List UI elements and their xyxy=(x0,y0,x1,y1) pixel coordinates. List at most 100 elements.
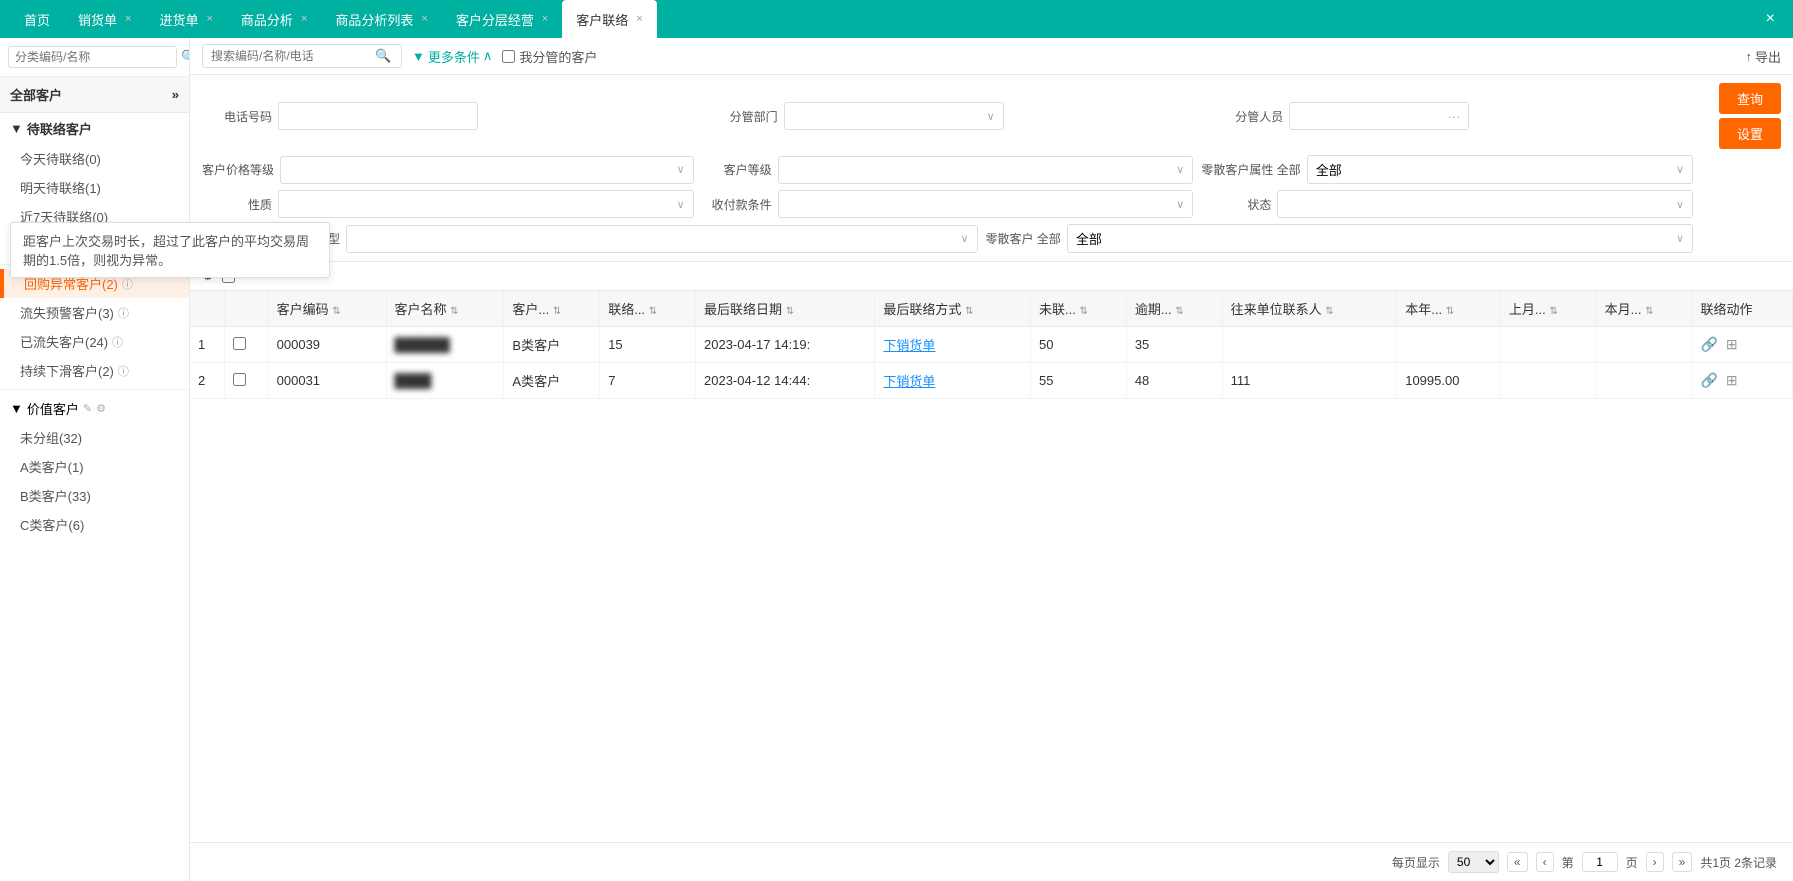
row2-link-icon[interactable]: 🔗 xyxy=(1700,372,1717,389)
edit-group-icon[interactable]: ✎ xyxy=(83,402,92,415)
nav-tab-home[interactable]: 首页 xyxy=(10,0,64,38)
current-page-input[interactable] xyxy=(1582,852,1618,872)
row2-code: 000031 xyxy=(268,363,386,399)
sort-name-icon: ⇅ xyxy=(450,306,458,317)
info-icon-declining: ⓘ xyxy=(118,363,129,379)
settings-group-icon[interactable]: ⚙ xyxy=(96,402,106,415)
col-customer-type[interactable]: 客户... ⇅ xyxy=(504,291,600,327)
retail-attr-label: 零散客户属性 全部 xyxy=(1201,161,1300,178)
my-customers-check[interactable] xyxy=(502,50,515,63)
price-grade-chevron: ∨ xyxy=(677,163,685,176)
person-select[interactable]: ··· xyxy=(1289,102,1469,130)
nav-tab-customer-segment[interactable]: 客户分层经营 × xyxy=(442,0,562,38)
col-unit-contacts[interactable]: 往来单位联系人 ⇅ xyxy=(1222,291,1397,327)
col-this-year[interactable]: 本年... ⇅ xyxy=(1397,291,1501,327)
sidebar-item-declining[interactable]: 持续下滑客户(2) ⓘ xyxy=(0,356,189,385)
col-uncontacted[interactable]: 未联... ⇅ xyxy=(1031,291,1127,327)
nav-tab-customer-contact[interactable]: 客户联络 × xyxy=(562,0,656,38)
row2-uncontacted: 55 xyxy=(1031,363,1127,399)
next-page-btn[interactable]: › xyxy=(1646,852,1664,872)
row2-method-link[interactable]: 下销货单 xyxy=(883,374,935,389)
status-select[interactable]: ∨ xyxy=(1277,190,1693,218)
retail-attr-chevron: ∨ xyxy=(1676,163,1684,176)
close-product-analysis-tab[interactable]: × xyxy=(301,13,307,25)
row1-type: B类客户 xyxy=(504,327,600,363)
sidebar-item-c-class[interactable]: C类客户(6) xyxy=(0,510,189,539)
row1-method-link[interactable]: 下销货单 xyxy=(883,338,935,353)
row1-code: 000039 xyxy=(268,327,386,363)
col-last-contact-method[interactable]: 最后联络方式 ⇅ xyxy=(875,291,1031,327)
close-customer-contact-tab[interactable]: × xyxy=(636,13,642,25)
row1-link-icon[interactable]: 🔗 xyxy=(1700,336,1717,353)
col-customer-name[interactable]: 客户名称 ⇅ xyxy=(386,291,504,327)
sidebar-item-a-class[interactable]: A类客户(1) xyxy=(0,452,189,481)
sidebar-search-icon[interactable]: 🔍 xyxy=(181,49,190,65)
retail-cust-label: 零散客户 全部 xyxy=(986,230,1061,247)
phone-input[interactable] xyxy=(278,102,478,130)
person-label: 分管人员 xyxy=(1213,108,1283,125)
row2-name: ████ xyxy=(386,363,504,399)
sidebar-item-ungroup[interactable]: 未分组(32) xyxy=(0,423,189,452)
dept-select[interactable]: ∨ xyxy=(784,102,1004,130)
retail-attr-select[interactable]: 全部 ∨ xyxy=(1307,155,1693,184)
col-last-contact-date[interactable]: 最后联络日期 ⇅ xyxy=(696,291,875,327)
nav-tab-sales[interactable]: 销货单 × xyxy=(64,0,145,38)
col-overdue[interactable]: 逾期... ⇅ xyxy=(1126,291,1222,327)
cust-type-chevron: ∨ xyxy=(960,232,968,245)
content-area: 🔍 ▼ 更多条件 ∧ 我分管的客户 ↑ 导出 电话号码 xyxy=(190,38,1793,881)
sidebar-item-b-class[interactable]: B类客户(33) xyxy=(0,481,189,510)
first-page-btn[interactable]: « xyxy=(1507,852,1528,872)
row1-grid-icon[interactable]: ⊞ xyxy=(1726,336,1738,353)
last-page-btn[interactable]: » xyxy=(1672,852,1693,872)
query-button[interactable]: 查询 xyxy=(1719,83,1781,114)
page-prefix-label: 第 xyxy=(1562,854,1574,871)
sort-type-icon: ⇅ xyxy=(553,306,561,317)
close-all-button[interactable]: × xyxy=(1758,10,1783,28)
cust-grade-select[interactable]: ∨ xyxy=(778,156,1194,184)
col-contact[interactable]: 联络... ⇅ xyxy=(600,291,696,327)
per-page-select[interactable]: 50 20 100 xyxy=(1448,851,1499,873)
pending-contact-group[interactable]: ▼ 待联络客户 xyxy=(0,113,189,144)
cust-type-select[interactable]: ∨ xyxy=(346,225,978,253)
nature-chevron: ∨ xyxy=(677,198,685,211)
close-sales-tab[interactable]: × xyxy=(125,13,131,25)
value-customer-group[interactable]: ▼ 价值客户 ✎ ⚙ xyxy=(0,394,189,423)
sort-method-icon: ⇅ xyxy=(965,306,973,317)
my-customers-checkbox[interactable]: 我分管的客户 xyxy=(502,47,597,66)
sidebar-item-tomorrow[interactable]: 明天待联络(1) xyxy=(0,173,189,202)
col-last-month[interactable]: 上月... ⇅ xyxy=(1500,291,1596,327)
row2-grid-icon[interactable]: ⊞ xyxy=(1726,372,1738,389)
price-grade-label: 客户价格等级 xyxy=(202,161,274,178)
sidebar-item-today[interactable]: 今天待联络(0) xyxy=(0,144,189,173)
row1-checkbox[interactable] xyxy=(233,337,246,350)
settings-button[interactable]: 设置 xyxy=(1719,118,1781,149)
col-customer-code[interactable]: 客户编码 ⇅ xyxy=(268,291,386,327)
export-button[interactable]: ↑ 导出 xyxy=(1745,47,1781,66)
search-input[interactable] xyxy=(211,49,371,63)
close-purchase-tab[interactable]: × xyxy=(206,13,212,25)
person-dots[interactable]: ··· xyxy=(1447,109,1460,124)
close-product-list-tab[interactable]: × xyxy=(421,13,427,25)
price-grade-select[interactable]: ∨ xyxy=(280,156,694,184)
close-customer-segment-tab[interactable]: × xyxy=(542,13,548,25)
nav-tab-product-list[interactable]: 商品分析列表 × xyxy=(321,0,441,38)
retail-cust-select[interactable]: 全部 ∨ xyxy=(1067,224,1693,253)
filter-cell-retail-attr: 零散客户属性 全部 全部 ∨ xyxy=(1201,155,1693,184)
dept-chevron: ∨ xyxy=(987,110,995,123)
nav-tab-product-analysis[interactable]: 商品分析 × xyxy=(227,0,321,38)
more-conditions-btn[interactable]: ▼ 更多条件 ∧ xyxy=(412,47,492,66)
search-icon[interactable]: 🔍 xyxy=(375,48,391,64)
nature-select[interactable]: ∨ xyxy=(278,190,694,218)
payment-select[interactable]: ∨ xyxy=(778,190,1194,218)
sidebar-item-churned[interactable]: 已流失客户(24) ⓘ xyxy=(0,327,189,356)
sidebar-search-input[interactable] xyxy=(8,46,177,68)
row2-checkbox[interactable] xyxy=(233,373,246,386)
prev-page-btn[interactable]: ‹ xyxy=(1536,852,1554,872)
col-checkbox xyxy=(225,291,269,327)
sidebar-item-churn-warning[interactable]: 流失预警客户(3) ⓘ xyxy=(0,298,189,327)
col-this-month[interactable]: 本月... ⇅ xyxy=(1596,291,1692,327)
table-row: 1 000039 ██████ B类客户 15 2023-04-17 14:19… xyxy=(190,327,1793,363)
sidebar-collapse-icon[interactable]: » xyxy=(172,87,179,102)
filter-row-2: 客户价格等级 ∨ 客户等级 ∨ 零散客户属性 全部 全 xyxy=(202,155,1781,184)
nav-tab-purchase[interactable]: 进货单 × xyxy=(145,0,226,38)
